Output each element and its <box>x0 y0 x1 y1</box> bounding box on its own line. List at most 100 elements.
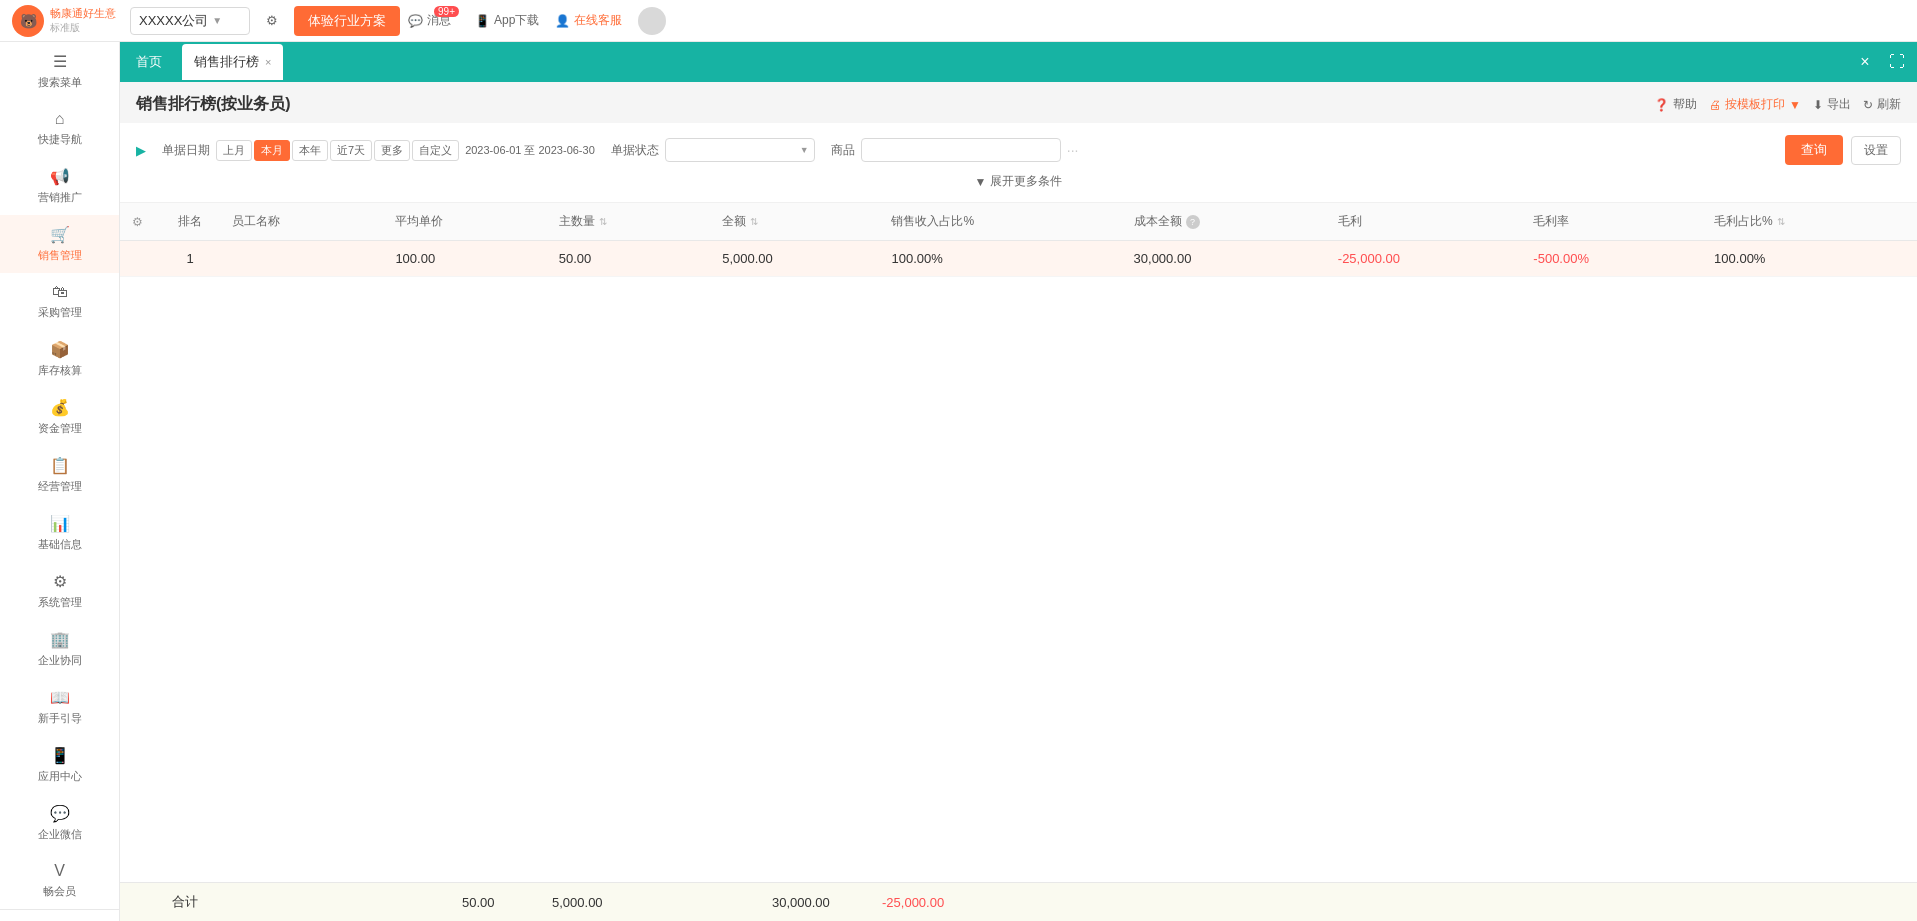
sidebar-label-finance: 资金管理 <box>38 421 82 436</box>
filter-collapse-button[interactable]: ▶ <box>136 143 146 158</box>
refresh-button[interactable]: ↻ 刷新 <box>1863 96 1901 113</box>
sidebar-label-marketing: 营销推广 <box>38 190 82 205</box>
goods-input[interactable] <box>861 138 1061 162</box>
th-amount: 全额 ⇅ <box>710 203 879 241</box>
download-icon: 📱 <box>475 14 490 28</box>
query-button[interactable]: 查询 <box>1785 135 1843 165</box>
sales-icon: 🛒 <box>50 225 70 244</box>
date-btn-more[interactable]: 更多 <box>374 140 410 161</box>
expand-more-button[interactable]: ▼ 展开更多条件 <box>975 173 1063 190</box>
filter-area: ▶ 单据日期 上月 本月 本年 近7天 更多 自定义 2023-06-01 至 … <box>120 123 1917 203</box>
sidebar-label-quick-nav: 快捷导航 <box>38 132 82 147</box>
logo-icon: 🐻 <box>12 5 44 37</box>
filter-row: ▶ 单据日期 上月 本月 本年 近7天 更多 自定义 2023-06-01 至 … <box>136 135 1901 165</box>
basic-info-icon: 📊 <box>50 514 70 533</box>
date-btn-last-month[interactable]: 上月 <box>216 140 252 161</box>
table-header-row: ⚙ 排名 员工名称 平均单价 主数量 ⇅ <box>120 203 1917 241</box>
tab-home[interactable]: 首页 <box>120 42 178 82</box>
date-filter: 单据日期 上月 本月 本年 近7天 更多 自定义 2023-06-01 至 20… <box>162 140 595 161</box>
export-button[interactable]: ⬇ 导出 <box>1813 96 1851 113</box>
cell-gear <box>120 241 160 277</box>
goods-more-icon[interactable]: ··· <box>1067 142 1079 158</box>
print-chevron-icon: ▼ <box>1789 98 1801 112</box>
sidebar: ☰ 搜索菜单 ⌂ 快捷导航 📢 营销推广 🛒 销售管理 🛍 采购管理 📦 库 <box>0 42 120 921</box>
amount-sort-icon[interactable]: ⇅ <box>750 216 758 227</box>
logo-text: 畅康通好生意标准版 <box>50 7 116 33</box>
sidebar-label-purchase: 采购管理 <box>38 305 82 320</box>
date-range: 2023-06-01 至 2023-06-30 <box>465 143 595 158</box>
settings-button[interactable]: 设置 <box>1851 136 1901 165</box>
table-row: 1 100.00 50.00 5,000.00 100.00% 30,000.0… <box>120 241 1917 277</box>
cell-profit: -25,000.00 <box>1326 241 1522 277</box>
table-footer: 合计 50.00 5,000.00 30,000.00 -25,000.00 <box>120 882 1917 921</box>
help-button[interactable]: ❓ 帮助 <box>1654 96 1697 113</box>
sidebar-item-basic-info[interactable]: 📊 基础信息 <box>0 504 119 562</box>
export-icon: ⬇ <box>1813 98 1823 112</box>
cell-amount: 5,000.00 <box>710 241 879 277</box>
date-btn-7days[interactable]: 近7天 <box>330 140 372 161</box>
online-service-button[interactable]: 👤 在线客服 <box>555 12 622 29</box>
sidebar-item-enterprise[interactable]: 🏢 企业协同 <box>0 620 119 678</box>
date-filter-label: 单据日期 <box>162 142 210 159</box>
quantity-sort-icon[interactable]: ⇅ <box>599 216 607 227</box>
app-logo: 🐻 畅康通好生意标准版 <box>12 5 122 37</box>
th-cost: 成本全额 ? <box>1122 203 1326 241</box>
date-btn-this-month[interactable]: 本月 <box>254 140 290 161</box>
sidebar-label-member: 畅会员 <box>43 884 76 899</box>
window-close-button[interactable]: × <box>1853 50 1877 74</box>
cost-help-icon[interactable]: ? <box>1186 215 1200 229</box>
column-settings-icon[interactable]: ⚙ <box>132 215 143 229</box>
sidebar-item-member[interactable]: V 畅会员 <box>0 852 119 909</box>
app-container: 🐻 畅康通好生意标准版 XXXXX公司 ▼ ⚙ 体验行业方案 💬 消息 99+ … <box>0 0 1917 921</box>
sidebar-item-system[interactable]: ⚙ 系统管理 <box>0 562 119 620</box>
sidebar-item-purchase[interactable]: 🛍 采购管理 <box>0 273 119 330</box>
table-container: ⚙ 排名 员工名称 平均单价 主数量 ⇅ <box>120 203 1917 882</box>
sidebar-item-operations[interactable]: 📋 经营管理 <box>0 446 119 504</box>
sidebar-item-search-order[interactable]: ☰ 搜索菜单 <box>0 42 119 100</box>
filter-right-buttons: 查询 设置 <box>1785 135 1901 165</box>
app-download-button[interactable]: 📱 App下载 <box>475 12 539 29</box>
footer-total-label: 合计 <box>172 893 372 911</box>
th-rank: 排名 <box>160 203 220 241</box>
messages-button[interactable]: 💬 消息 99+ <box>408 12 451 29</box>
sidebar-item-finance[interactable]: 💰 资金管理 <box>0 388 119 446</box>
status-select[interactable] <box>665 138 815 162</box>
sidebar-label-system: 系统管理 <box>38 595 82 610</box>
footer-amount: 5,000.00 <box>552 895 662 910</box>
sidebar-item-guide[interactable]: 📖 新手引导 <box>0 678 119 736</box>
guide-icon: 📖 <box>50 688 70 707</box>
th-gear: ⚙ <box>120 203 160 241</box>
content-area: 首页 销售排行榜 × × ⛶ 销售排行榜(按业务员) ❓ 帮助 <box>120 42 1917 921</box>
message-icon: 💬 <box>408 14 423 28</box>
page-header: 销售排行榜(按业务员) ❓ 帮助 🖨 按模板打印 ▼ ⬇ 导出 <box>120 82 1917 123</box>
sidebar-item-quick-nav[interactable]: ⌂ 快捷导航 <box>0 100 119 157</box>
top-bar: 🐻 畅康通好生意标准版 XXXXX公司 ▼ ⚙ 体验行业方案 💬 消息 99+ … <box>0 0 1917 42</box>
trial-button[interactable]: 体验行业方案 <box>294 6 400 36</box>
tab-close-icon[interactable]: × <box>265 56 271 68</box>
status-filter-label: 单据状态 <box>611 142 659 159</box>
cell-cost: 30,000.00 <box>1122 241 1326 277</box>
sidebar-item-inventory[interactable]: 📦 库存核算 <box>0 330 119 388</box>
date-btn-this-year[interactable]: 本年 <box>292 140 328 161</box>
sidebar-item-sales[interactable]: 🛒 销售管理 <box>0 215 119 273</box>
settings-icon-btn[interactable]: ⚙ <box>258 7 286 35</box>
sidebar-item-marketing[interactable]: 📢 营销推广 <box>0 157 119 215</box>
company-selector[interactable]: XXXXX公司 ▼ <box>130 7 250 35</box>
expand-icon: ▼ <box>975 175 987 189</box>
gear-icon: ⚙ <box>266 13 278 28</box>
wechat-icon: 💬 <box>50 804 70 823</box>
table-header: ⚙ 排名 员工名称 平均单价 主数量 ⇅ <box>120 203 1917 241</box>
window-max-button[interactable]: ⛶ <box>1885 50 1909 74</box>
tab-sales-ranking[interactable]: 销售排行榜 × <box>182 44 283 80</box>
sidebar-label-wechat: 企业微信 <box>38 827 82 842</box>
profit-pct-sort-icon[interactable]: ⇅ <box>1777 216 1785 227</box>
print-button[interactable]: 🖨 按模板打印 ▼ <box>1709 96 1801 113</box>
app-center-icon: 📱 <box>50 746 70 765</box>
sidebar-item-wechat[interactable]: 💬 企业微信 <box>0 794 119 852</box>
member-icon: V <box>54 862 65 880</box>
footer-profit: -25,000.00 <box>882 895 982 910</box>
service-icon: 👤 <box>555 14 570 28</box>
sidebar-item-app-center[interactable]: 📱 应用中心 <box>0 736 119 794</box>
tab-bar: 首页 销售排行榜 × × ⛶ <box>120 42 1917 82</box>
date-btn-custom[interactable]: 自定义 <box>412 140 459 161</box>
